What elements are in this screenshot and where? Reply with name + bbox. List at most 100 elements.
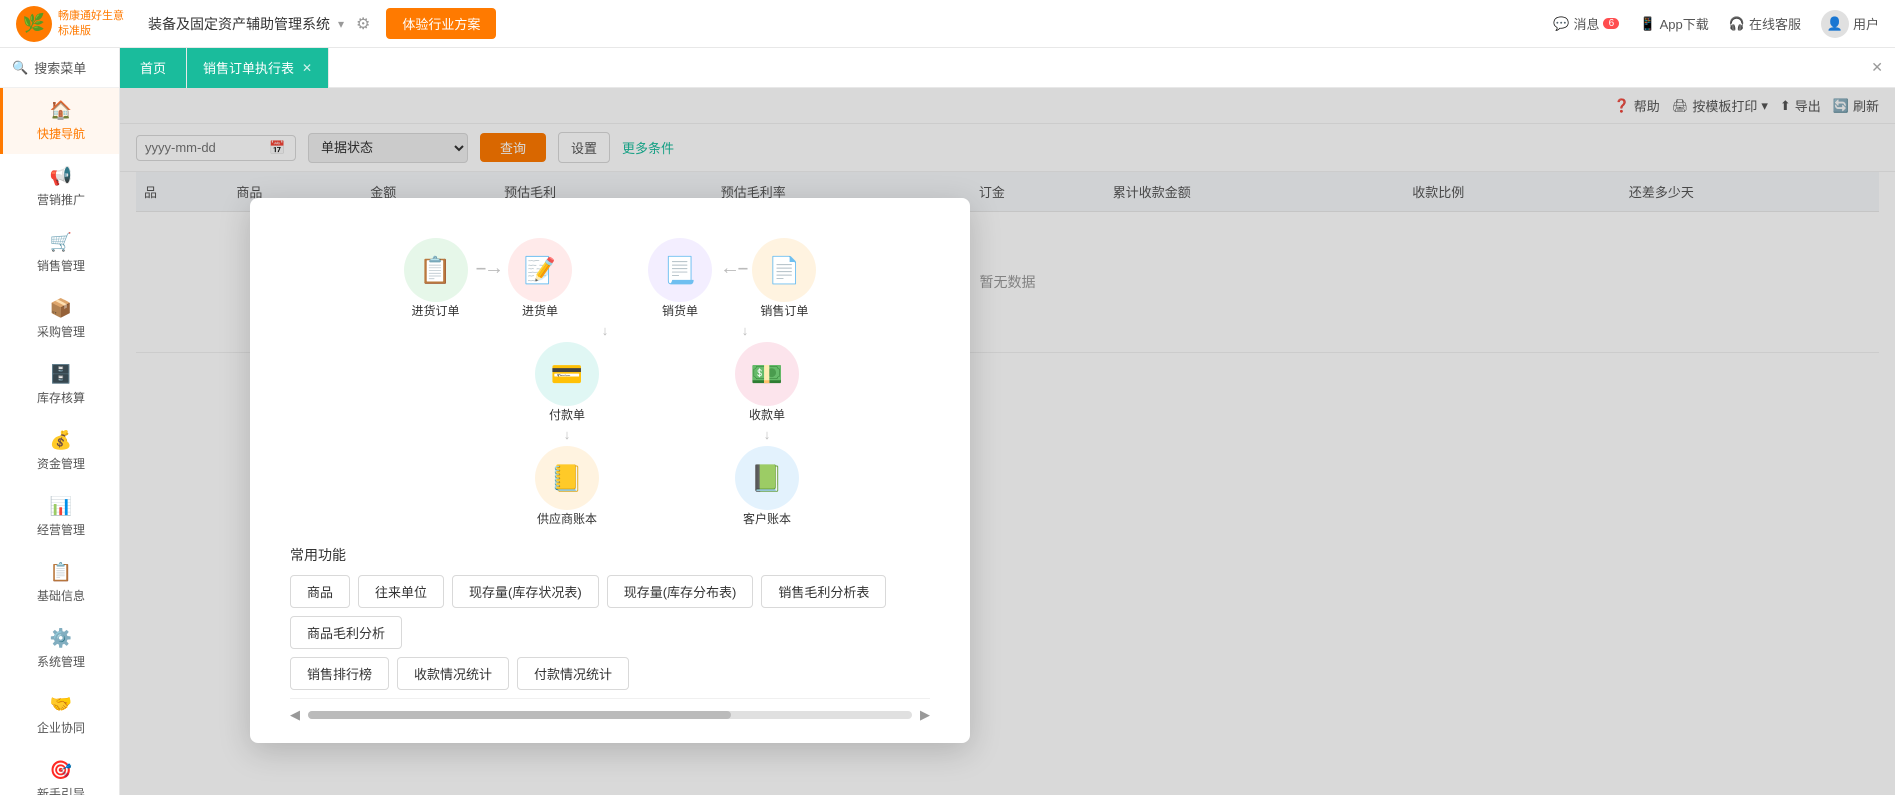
receipt-bill-node[interactable]: 💵 — [735, 342, 799, 406]
online-service-button[interactable]: 🎧 在线客服 — [1729, 14, 1801, 33]
func-btn-inventory-status[interactable]: 现存量(库存状况表) — [452, 575, 599, 608]
common-functions: 常用功能 商品 往来单位 现存量(库存状况表) 现存量(库存分布表) 销售毛利分… — [290, 545, 930, 690]
payment-bill-node[interactable]: 💳 — [535, 342, 599, 406]
func-btn-payment-stats[interactable]: 付款情况统计 — [517, 657, 629, 690]
purchase-order-label: 进货订单 — [412, 302, 460, 319]
sidebar-item-quick-guide[interactable]: 🏠 快捷导航 — [0, 88, 119, 154]
func-buttons-row1: 商品 往来单位 现存量(库存状况表) 现存量(库存分布表) 销售毛利分析表 商品… — [290, 575, 930, 649]
tab-bar-close-all[interactable]: ✕ — [1871, 59, 1895, 76]
scrollbar-thumb — [308, 711, 731, 719]
sidebar-item-operations[interactable]: 📊 经营管理 — [0, 484, 119, 550]
app-download-button[interactable]: 📱 App下载 — [1639, 14, 1708, 33]
purchase-icon: 📦 — [50, 298, 72, 319]
modal-scrollbar: ◀ ▶ — [290, 698, 930, 723]
func-btn-sales-gross[interactable]: 销售毛利分析表 — [761, 575, 886, 608]
common-func-title: 常用功能 — [290, 545, 930, 565]
base-icon: 📋 — [50, 562, 72, 583]
func-btn-contacts[interactable]: 往来单位 — [358, 575, 444, 608]
modal-overlay[interactable]: 📋 进货订单 - - → 📝 进货单 — [120, 88, 1895, 795]
flow-col-purchase-order: 📋 进货订单 — [404, 238, 468, 319]
finance-icon: 💰 — [50, 430, 72, 451]
sidebar-item-purchase[interactable]: 📦 采购管理 — [0, 286, 119, 352]
scroll-right-arrow[interactable]: ▶ — [920, 707, 930, 723]
collab-icon: 🤝 — [50, 694, 72, 715]
sales-bill-label: 销货单 — [662, 302, 698, 319]
sidebar-item-system[interactable]: ⚙️ 系统管理 — [0, 616, 119, 682]
flow-col-sales-bill: 📃 销货单 — [648, 238, 712, 319]
flow-col-purchase-bill: 📝 进货单 — [508, 238, 572, 319]
user-avatar: 👤 — [1821, 10, 1849, 38]
flow-col-payment: 💳 付款单 — [535, 342, 599, 423]
sales-order-node[interactable]: 📄 — [752, 238, 816, 302]
sidebar-item-sales[interactable]: 🛒 销售管理 — [0, 220, 119, 286]
tab-close-icon[interactable]: ✕ — [302, 61, 312, 75]
func-btn-goods-gross[interactable]: 商品毛利分析 — [290, 616, 402, 649]
sidebar-item-newbie[interactable]: 🎯 新手引导 — [0, 748, 119, 795]
spacer-arrow — [515, 323, 565, 338]
arrow-down-sales-bill: ↓ — [713, 323, 777, 338]
gear-icon[interactable]: ⚙ — [356, 14, 370, 34]
system-icon: ⚙️ — [50, 628, 72, 649]
sidebar-item-base[interactable]: 📋 基础信息 — [0, 550, 119, 616]
sidebar-item-marketing[interactable]: 📢 营销推广 — [0, 154, 119, 220]
marketing-icon: 📢 — [50, 166, 72, 187]
payment-bill-label: 付款单 — [549, 406, 585, 423]
sidebar-item-collab[interactable]: 🤝 企业协同 — [0, 682, 119, 748]
func-btn-inventory-dist[interactable]: 现存量(库存分布表) — [607, 575, 754, 608]
system-title: 装备及固定资产辅助管理系统 ▾ — [148, 14, 344, 34]
func-btn-sales-rank[interactable]: 销售排行榜 — [290, 657, 389, 690]
sales-icon: 🛒 — [50, 232, 72, 253]
message-button[interactable]: 💬 消息 6 — [1553, 14, 1619, 33]
func-btn-goods[interactable]: 商品 — [290, 575, 350, 608]
header-right: 💬 消息 6 📱 App下载 🎧 在线客服 👤 用户 — [1553, 10, 1879, 38]
tab-sales-order-exec[interactable]: 销售订单执行表 ✕ — [187, 48, 329, 88]
sidebar: 🔍 搜索菜单 🏠 快捷导航 📢 营销推广 🛒 销售管理 📦 采购管理 🗄️ — [0, 48, 120, 795]
customer-ledger-label: 客户账本 — [743, 510, 791, 527]
spacer4 — [607, 427, 727, 442]
purchase-order-node[interactable]: 📋 — [404, 238, 468, 302]
purchase-bill-node[interactable]: 📝 — [508, 238, 572, 302]
receipt-bill-label: 收款单 — [749, 406, 785, 423]
arrow-down-purchase-bill: ↓ — [573, 323, 637, 338]
operations-icon: 📊 — [50, 496, 72, 517]
spacer2 — [645, 323, 705, 338]
message-icon: 💬 — [1553, 16, 1569, 32]
arrow-purchase-order-to-bill: - - → — [476, 257, 500, 280]
spacer-left — [443, 323, 507, 338]
func-buttons-row2: 销售排行榜 收款情况统计 付款情况统计 — [290, 657, 930, 690]
func-btn-receipt-stats[interactable]: 收款情况统计 — [397, 657, 509, 690]
logo-icon: 🌿 — [16, 6, 52, 42]
purchase-bill-label: 进货单 — [522, 302, 558, 319]
user-menu[interactable]: 👤 用户 — [1821, 10, 1879, 38]
arrow-sales-order-to-bill: ← - - — [720, 257, 744, 280]
headset-icon: 🎧 — [1729, 16, 1745, 32]
flow-col-customer-ledger: 📗 客户账本 — [735, 446, 799, 527]
sales-bill-node[interactable]: 📃 — [648, 238, 712, 302]
flow-col-supplier-ledger: 📒 供应商账本 — [535, 446, 599, 527]
flow-col-sales-order: 📄 销售订单 — [752, 238, 816, 319]
inventory-icon: 🗄️ — [50, 364, 72, 385]
scrollbar-track[interactable] — [308, 711, 912, 719]
flow-col-receipt: 💵 收款单 — [735, 342, 799, 423]
search-icon: 🔍 — [12, 60, 28, 76]
trial-button[interactable]: 体验行业方案 — [386, 8, 496, 39]
customer-ledger-node[interactable]: 📗 — [735, 446, 799, 510]
top-header: 🌿 畅康通好生意 标准版 装备及固定资产辅助管理系统 ▾ ⚙ 体验行业方案 💬 … — [0, 0, 1895, 48]
scroll-left-arrow[interactable]: ◀ — [290, 707, 300, 723]
sales-order-label: 销售订单 — [760, 302, 808, 319]
message-badge: 6 — [1603, 18, 1619, 29]
supplier-ledger-node[interactable]: 📒 — [535, 446, 599, 510]
sidebar-item-finance[interactable]: 💰 资金管理 — [0, 418, 119, 484]
newbie-icon: 🎯 — [50, 760, 72, 781]
home-icon: 🏠 — [50, 100, 72, 121]
modal-box: 📋 进货订单 - - → 📝 进货单 — [250, 198, 970, 743]
flow-section: 📋 进货订单 - - → 📝 进货单 — [290, 228, 930, 537]
sidebar-item-inventory[interactable]: 🗄️ 库存核算 — [0, 352, 119, 418]
logo-area: 🌿 畅康通好生意 标准版 — [16, 6, 136, 42]
supplier-ledger-label: 供应商账本 — [537, 510, 597, 527]
tab-bar: 首页 销售订单执行表 ✕ ✕ — [120, 48, 1895, 88]
page-content: ❓ 帮助 🖨 按模板打印 ▾ ⬆ 导出 🔄 刷新 — [120, 88, 1895, 795]
title-dropdown-arrow[interactable]: ▾ — [338, 17, 344, 31]
search-menu-button[interactable]: 🔍 搜索菜单 — [0, 48, 119, 88]
tab-home[interactable]: 首页 — [120, 48, 187, 88]
